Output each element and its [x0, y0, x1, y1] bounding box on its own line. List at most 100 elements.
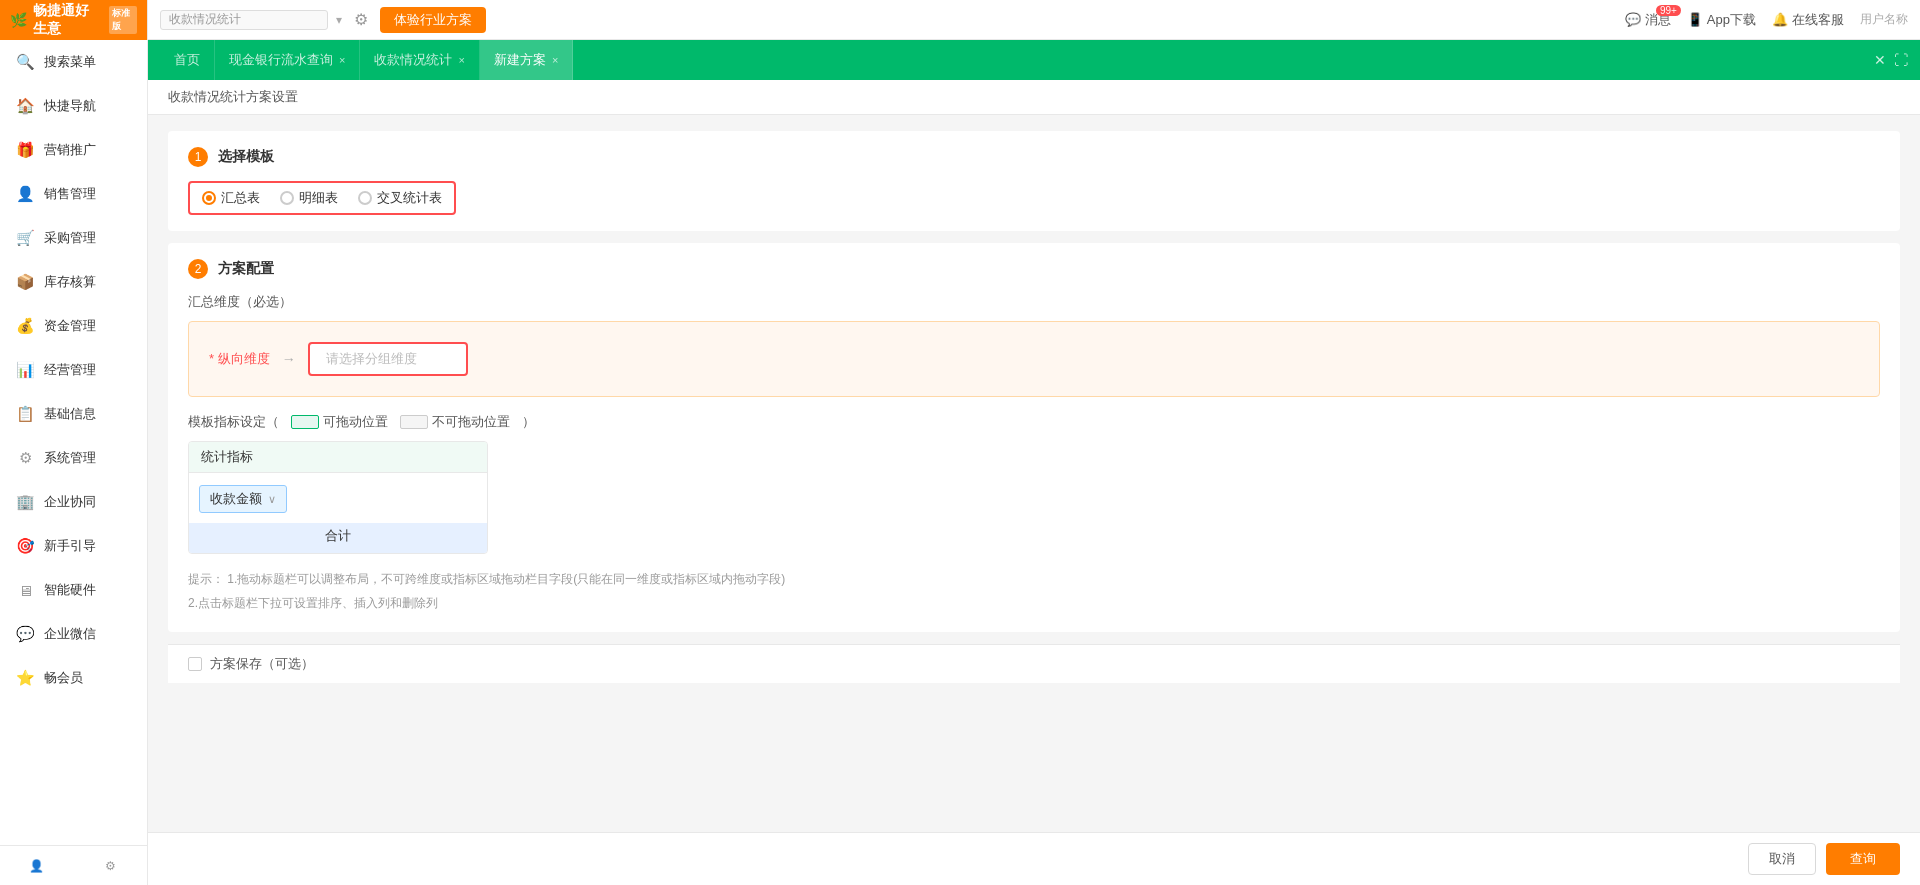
radio-summary[interactable]: 汇总表 — [202, 189, 260, 207]
metrics-section: 模板指标设定（ 可拖动位置 不可拖动位置 ） — [188, 413, 1880, 557]
step2-section: 2 方案配置 汇总维度（必选） * 纵向维度 → 请选择分组维度 模板指标设定（ — [168, 243, 1900, 632]
tab-collect-stat[interactable]: 收款情况统计 × — [360, 40, 479, 80]
sidebar-item-label: 新手引导 — [44, 537, 96, 555]
sidebar-item-purchase[interactable]: 🛒 采购管理 — [0, 216, 147, 260]
metrics-table-title: 统计指标 — [189, 442, 487, 473]
tab-collect-stat-close[interactable]: × — [458, 54, 464, 66]
topbar-dropdown-arrow[interactable]: ▾ — [336, 13, 342, 27]
sidebar-item-label: 库存核算 — [44, 273, 96, 291]
query-button[interactable]: 查询 — [1826, 843, 1900, 875]
step2-number: 2 — [188, 259, 208, 279]
search-menu-icon: 🔍 — [16, 53, 34, 71]
topbar-breadcrumb[interactable] — [160, 10, 328, 30]
sidebar-item-guide[interactable]: 🎯 新手引导 — [0, 524, 147, 568]
step2-header: 2 方案配置 — [188, 259, 1880, 279]
topbar-user[interactable]: 用户名称 — [1860, 11, 1908, 28]
tab-bank-flow-close[interactable]: × — [339, 54, 345, 66]
sidebar-footer-right[interactable]: ⚙ — [74, 846, 148, 885]
dimension-select[interactable]: 请选择分组维度 — [308, 342, 468, 376]
topbar-right: 💬 消息 99+ 📱 App下载 🔔 在线客服 用户名称 — [1625, 11, 1908, 29]
sidebar-item-member[interactable]: ⭐ 畅会员 — [0, 656, 147, 700]
sidebar-item-label: 快捷导航 — [44, 97, 96, 115]
radio-cross-circle — [358, 191, 372, 205]
config-section: 汇总维度（必选） * 纵向维度 → 请选择分组维度 模板指标设定（ 可拖动位置 — [188, 293, 1880, 614]
tab-bank-flow-label: 现金银行流水查询 — [229, 51, 333, 69]
sidebar-item-inventory[interactable]: 📦 库存核算 — [0, 260, 147, 304]
sidebar-logo-text: 畅捷通好生意 — [33, 2, 103, 38]
dimension-section-label: 汇总维度（必选） — [188, 293, 1880, 311]
step1-number: 1 — [188, 147, 208, 167]
app-icon: 📱 — [1687, 12, 1703, 27]
money-icon: 💰 — [16, 317, 34, 335]
topbar-gear-icon[interactable]: ⚙ — [354, 10, 368, 29]
trial-btn[interactable]: 体验行业方案 — [380, 7, 486, 33]
sidebar-item-base-info[interactable]: 📋 基础信息 — [0, 392, 147, 436]
tabbar: 首页 现金银行流水查询 × 收款情况统计 × 新建方案 × ✕ ⛶ — [148, 40, 1920, 80]
save-section: 方案保存（可选） — [168, 644, 1900, 683]
cancel-button[interactable]: 取消 — [1748, 843, 1816, 875]
sidebar-footer-left[interactable]: 👤 — [0, 846, 74, 885]
gift-icon: 🎁 — [16, 141, 34, 159]
dimension-area: * 纵向维度 → 请选择分组维度 — [188, 321, 1880, 397]
maximize-btn[interactable]: ⛶ — [1894, 52, 1908, 68]
sidebar-item-label: 企业微信 — [44, 625, 96, 643]
page-header-title: 收款情况统计方案设置 — [168, 89, 298, 104]
sidebar-logo-badge: 标准版 — [109, 6, 137, 34]
fixed-legend-box — [400, 415, 428, 429]
sidebar-item-quick-nav[interactable]: 🏠 快捷导航 — [0, 84, 147, 128]
sidebar-item-enterprise[interactable]: 🏢 企业协同 — [0, 480, 147, 524]
messages-btn[interactable]: 💬 消息 99+ — [1625, 11, 1671, 29]
radio-summary-circle — [202, 191, 216, 205]
tip1: 提示： 1.拖动标题栏可以调整布局，不可跨维度或指标区域拖动栏目字段(只能在同一… — [188, 569, 1880, 591]
template-radio-group: 汇总表 明细表 交叉统计表 — [188, 181, 456, 215]
chart-icon: 📊 — [16, 361, 34, 379]
radio-summary-label: 汇总表 — [221, 189, 260, 207]
tab-new-plan-label: 新建方案 — [494, 51, 546, 69]
sidebar-item-label: 采购管理 — [44, 229, 96, 247]
sidebar-item-marketing[interactable]: 🎁 营销推广 — [0, 128, 147, 172]
online-support-btn[interactable]: 🔔 在线客服 — [1772, 11, 1844, 29]
radio-cross-label: 交叉统计表 — [377, 189, 442, 207]
enterprise-icon: 🏢 — [16, 493, 34, 511]
sidebar-item-label: 资金管理 — [44, 317, 96, 335]
metrics-legend-fixed: 不可拖动位置 — [400, 413, 510, 431]
main-area: ▾ ⚙ 体验行业方案 💬 消息 99+ 📱 App下载 🔔 在线客服 用户名称 … — [148, 0, 1920, 885]
tab-new-plan[interactable]: 新建方案 × — [480, 40, 573, 80]
guide-icon: 🎯 — [16, 537, 34, 555]
message-icon: 💬 — [1625, 12, 1641, 27]
close-window-btn[interactable]: ✕ — [1874, 52, 1886, 68]
tab-home[interactable]: 首页 — [160, 40, 215, 80]
metrics-close-paren: ） — [522, 413, 535, 431]
sidebar-item-label: 智能硬件 — [44, 581, 96, 599]
sidebar-item-search-menu[interactable]: 🔍 搜索菜单 — [0, 40, 147, 84]
sidebar: 🌿 畅捷通好生意 标准版 🔍 搜索菜单 🏠 快捷导航 🎁 营销推广 👤 销售管理… — [0, 0, 148, 885]
app-download-btn[interactable]: 📱 App下载 — [1687, 11, 1756, 29]
radio-detail[interactable]: 明细表 — [280, 189, 338, 207]
tab-home-label: 首页 — [174, 51, 200, 69]
sidebar-item-sales[interactable]: 👤 销售管理 — [0, 172, 147, 216]
sidebar-item-system[interactable]: ⚙ 系统管理 — [0, 436, 147, 480]
sidebar-item-operations[interactable]: 📊 经营管理 — [0, 348, 147, 392]
radio-detail-circle — [280, 191, 294, 205]
sidebar-item-wechat[interactable]: 💬 企业微信 — [0, 612, 147, 656]
tab-bank-flow[interactable]: 现金银行流水查询 × — [215, 40, 360, 80]
sidebar-item-label: 企业协同 — [44, 493, 96, 511]
sidebar-item-smart-hw[interactable]: 🖥 智能硬件 — [0, 568, 147, 612]
draggable-legend-label: 可拖动位置 — [323, 413, 388, 431]
radio-cross[interactable]: 交叉统计表 — [358, 189, 442, 207]
save-checkbox[interactable] — [188, 657, 202, 671]
hardware-icon: 🖥 — [16, 581, 34, 599]
metrics-legend-draggable: 可拖动位置 — [291, 413, 388, 431]
metrics-label: 模板指标设定（ — [188, 413, 279, 431]
step1-title: 选择模板 — [218, 148, 274, 166]
metrics-total: 合计 — [189, 523, 487, 553]
tip2: 2.点击标题栏下拉可设置排序、插入列和删除列 — [188, 593, 1880, 615]
tab-new-plan-close[interactable]: × — [552, 54, 558, 66]
sidebar-footer: 👤 ⚙ — [0, 845, 147, 885]
footer: 取消 查询 — [148, 832, 1920, 885]
tabbar-actions: ✕ ⛶ — [1874, 52, 1908, 68]
metrics-tag-amount[interactable]: 收款金额 ∨ — [199, 485, 287, 513]
sidebar-item-finance[interactable]: 💰 资金管理 — [0, 304, 147, 348]
sidebar-item-label: 基础信息 — [44, 405, 96, 423]
page-header: 收款情况统计方案设置 — [148, 80, 1920, 115]
